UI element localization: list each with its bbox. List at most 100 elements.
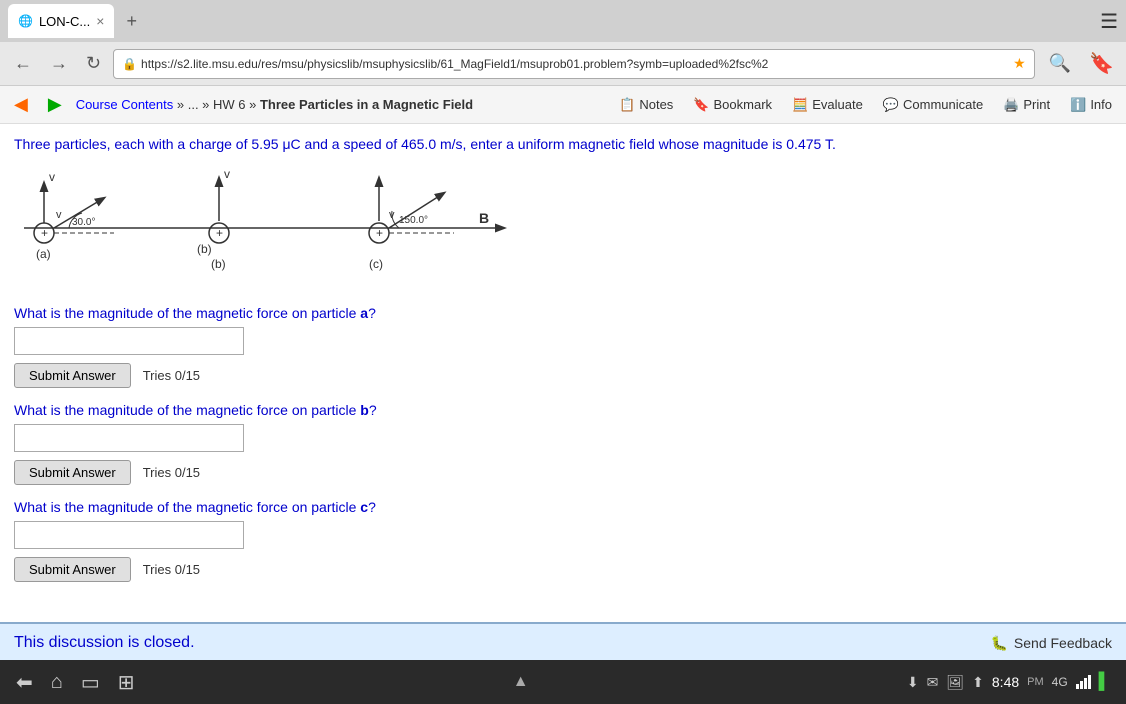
svg-text:v: v (56, 209, 62, 221)
submit-row-a: Submit Answer Tries 0/15 (14, 363, 1112, 388)
tries-b: Tries 0/15 (143, 465, 200, 480)
svg-text:150.0°: 150.0° (399, 215, 428, 226)
bookmark-toolbar-button[interactable]: 🔖 Bookmark (687, 95, 778, 115)
problem-description: Three particles, each with a charge of 5… (14, 134, 1112, 155)
communicate-label: Communicate (903, 97, 983, 112)
forward-course-button[interactable]: ▶ (42, 92, 68, 117)
question-a-text: What is the magnitude of the magnetic fo… (14, 305, 356, 321)
forward-course-icon: ▶ (48, 94, 62, 115)
info-label: Info (1090, 97, 1112, 112)
print-label: Print (1023, 97, 1050, 112)
particle-b-label: b (360, 402, 369, 418)
back-course-icon: ◀ (14, 94, 28, 115)
star-icon: ★ (1013, 55, 1026, 72)
submit-b-button[interactable]: Submit Answer (14, 460, 131, 485)
evaluate-button[interactable]: 🧮 Evaluate (786, 95, 869, 115)
question-b-text: What is the magnitude of the magnetic fo… (14, 402, 356, 418)
back-course-button[interactable]: ◀ (8, 92, 34, 117)
svg-text:B: B (479, 210, 489, 226)
particle-diagram: + v v 30.0° + v (b) + (14, 163, 514, 293)
feedback-label: Send Feedback (1014, 635, 1112, 651)
send-feedback-button[interactable]: 🐛 Send Feedback (990, 635, 1112, 652)
tab-close-button[interactable]: × (96, 13, 104, 29)
email-icon: ✉ (927, 674, 939, 691)
url-text: https://s2.lite.msu.edu/res/msu/physicsl… (141, 57, 1009, 71)
bottom-bar: ⬅ ⌂ ▭ ⊞ ▲ ⬇ ✉ 🖼 ⬆ 8:48 PM 4G ▌ (0, 660, 1126, 704)
evaluate-label: Evaluate (812, 97, 863, 112)
notes-icon: 📋 (619, 97, 635, 113)
menu-icon[interactable]: ☰ (1100, 9, 1118, 34)
answer-a-input[interactable] (14, 327, 244, 355)
info-button[interactable]: ℹ️ Info (1064, 95, 1118, 115)
new-tab-button[interactable]: + (118, 11, 145, 32)
tab-title: LON-C... (39, 14, 90, 29)
bookmark-button[interactable]: 🔖 (1085, 47, 1118, 80)
svg-text:v: v (224, 167, 230, 181)
svg-text:+: + (216, 226, 223, 240)
evaluate-icon: 🧮 (792, 97, 808, 113)
svg-text:v: v (49, 170, 55, 184)
nav-bar: ← → ↻ 🔒 https://s2.lite.msu.edu/res/msu/… (0, 42, 1126, 86)
bookmark-label: Bookmark (714, 97, 773, 112)
status-bar: ⬇ ✉ 🖼 ⬆ 8:48 PM 4G ▌ (907, 673, 1110, 691)
communicate-icon: 💬 (883, 97, 899, 113)
screenshot-icon[interactable]: ⊞ (118, 670, 135, 695)
battery-icon: ▌ (1099, 673, 1110, 691)
clock-time: 8:48 (992, 674, 1019, 690)
svg-text:(b): (b) (197, 242, 212, 256)
tab-page-icon: 🌐 (18, 14, 33, 28)
svg-text:(c): (c) (369, 257, 383, 271)
home-icon[interactable]: ⌂ (51, 671, 63, 694)
back-nav-icon[interactable]: ⬅ (16, 670, 33, 695)
up-chevron-icon[interactable]: ▲ (513, 673, 529, 691)
breadcrumb-sep1: » ... » HW 6 » (177, 97, 260, 112)
recent-apps-icon[interactable]: ▭ (81, 670, 100, 695)
active-tab[interactable]: 🌐 LON-C... × (8, 4, 114, 38)
tries-c: Tries 0/15 (143, 562, 200, 577)
signal-label: 4G (1052, 675, 1068, 689)
search-button[interactable]: 🔍 (1041, 49, 1079, 78)
question-b: What is the magnitude of the magnetic fo… (14, 402, 1112, 418)
print-button[interactable]: 🖨️ Print (997, 95, 1056, 115)
toolbar: ◀ ▶ Course Contents » ... » HW 6 » Three… (0, 86, 1126, 124)
diagram-area: + v v 30.0° + v (b) + (14, 163, 1112, 293)
answer-c-input[interactable] (14, 521, 244, 549)
svg-text:(a): (a) (36, 247, 51, 261)
tries-a: Tries 0/15 (143, 368, 200, 383)
communicate-button[interactable]: 💬 Communicate (877, 95, 989, 115)
svg-text:(b): (b) (211, 257, 226, 271)
notes-button[interactable]: 📋 Notes (613, 95, 679, 115)
course-contents-link[interactable]: Course Contents (76, 97, 174, 112)
discussion-closed-text: This discussion is closed. (14, 634, 195, 652)
image-icon: 🖼 (946, 674, 964, 691)
clock-period: PM (1027, 676, 1044, 688)
svg-text:+: + (41, 226, 48, 240)
svg-text:30.0°: 30.0° (72, 217, 95, 228)
particle-a-label: a (360, 305, 368, 321)
question-b-suffix: ? (369, 402, 377, 418)
submit-row-b: Submit Answer Tries 0/15 (14, 460, 1112, 485)
notes-label: Notes (639, 97, 673, 112)
question-a: What is the magnitude of the magnetic fo… (14, 305, 1112, 321)
discussion-bar: This discussion is closed. 🐛 Send Feedba… (0, 622, 1126, 664)
bookmark-icon: 🔖 (693, 97, 709, 113)
breadcrumb-current: Three Particles in a Magnetic Field (260, 97, 473, 112)
back-button[interactable]: ← (8, 49, 38, 78)
breadcrumb: Course Contents » ... » HW 6 » Three Par… (76, 97, 605, 112)
answer-b-input[interactable] (14, 424, 244, 452)
question-a-suffix: ? (368, 305, 376, 321)
question-c-text: What is the magnitude of the magnetic fo… (14, 499, 356, 515)
refresh-button[interactable]: ↻ (80, 49, 107, 78)
lock-icon: 🔒 (122, 57, 137, 71)
address-bar[interactable]: 🔒 https://s2.lite.msu.edu/res/msu/physic… (113, 49, 1035, 79)
main-content: Three particles, each with a charge of 5… (0, 124, 1126, 622)
print-icon: 🖨️ (1003, 97, 1019, 113)
question-c: What is the magnitude of the magnetic fo… (14, 499, 1112, 515)
download-icon: ⬇ (907, 674, 919, 691)
upload-icon: ⬆ (972, 674, 984, 691)
forward-button[interactable]: → (44, 49, 74, 78)
submit-a-button[interactable]: Submit Answer (14, 363, 131, 388)
signal-bars (1076, 675, 1091, 689)
particle-c-label: c (360, 499, 368, 515)
submit-c-button[interactable]: Submit Answer (14, 557, 131, 582)
